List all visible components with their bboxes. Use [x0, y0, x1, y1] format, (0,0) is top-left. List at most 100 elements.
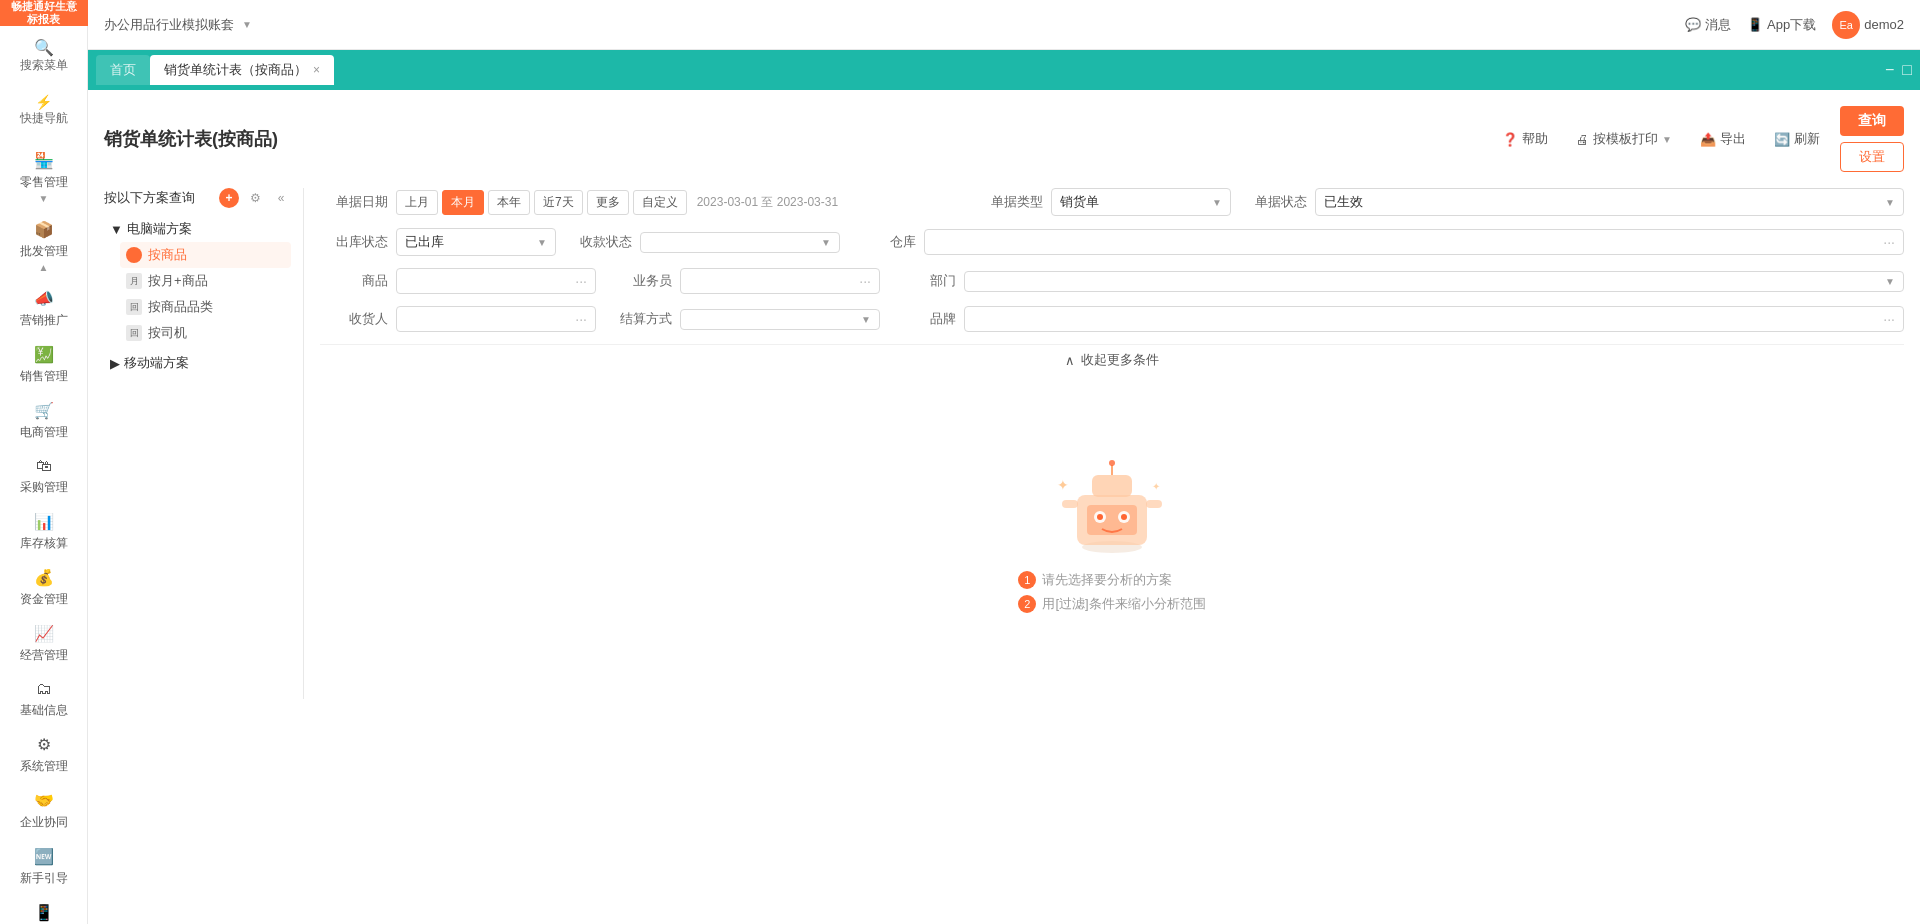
goods-input[interactable]: ··· — [396, 268, 596, 294]
sidebar-item-wholesale[interactable]: 📦 批发管理 ▲ — [0, 212, 87, 281]
refresh-btn[interactable]: 🔄 刷新 — [1766, 126, 1828, 152]
sidebar-item-appcenter[interactable]: 📱 应用中心 — [0, 895, 87, 924]
sidebar: 畅捷通好生意 标报表 🔍 搜索菜单 ⚡ 快捷导航 🏪 零售管理 ▼ 📦 批发管理… — [0, 0, 88, 924]
brand-label: 品牌 — [888, 310, 956, 328]
collapse-filters-btn[interactable]: ∧ 收起更多条件 — [320, 344, 1904, 375]
tab-maximize-btn[interactable]: □ — [1902, 61, 1912, 79]
warehouse-label: 仓库 — [848, 233, 916, 251]
sidebar-item-sales[interactable]: 💹 销售管理 — [0, 337, 87, 393]
salesperson-input[interactable]: ··· — [680, 268, 880, 294]
doc-status-select[interactable]: 已生效 ▼ — [1315, 188, 1904, 216]
sidebar-item-marketing[interactable]: 📣 营销推广 — [0, 281, 87, 337]
this-month-btn[interactable]: 本月 — [442, 190, 484, 215]
last7days-btn[interactable]: 近7天 — [534, 190, 583, 215]
message-btn[interactable]: 💬 消息 — [1685, 16, 1731, 34]
sidebar-item-enterprise[interactable]: 🤝 企业协同 — [0, 783, 87, 839]
ecommerce-icon: 🛒 — [34, 401, 54, 420]
sidebar-item-base[interactable]: 🗂 基础信息 — [0, 672, 87, 727]
tree-group-pc-header[interactable]: ▼ 电脑端方案 — [104, 216, 291, 242]
tab-home[interactable]: 首页 — [96, 55, 150, 85]
header-left: 办公用品行业模拟账套 ▼ — [104, 16, 252, 34]
collection-label: 收款状态 — [564, 233, 632, 251]
payment-select[interactable]: ▼ — [680, 309, 880, 330]
query-btn[interactable]: 查询 — [1840, 106, 1904, 136]
tree-group-mobile: ▶ 移动端方案 — [104, 350, 291, 376]
sidebar-item-operation[interactable]: 📈 经营管理 — [0, 616, 87, 672]
svg-point-5 — [1097, 514, 1103, 520]
svg-text:✦: ✦ — [1152, 481, 1160, 492]
recipient-input[interactable]: ··· — [396, 306, 596, 332]
user-menu[interactable]: Ea demo2 — [1832, 11, 1904, 39]
panel-collapse-btn[interactable]: « — [271, 188, 291, 208]
app-logo: 畅捷通好生意 标报表 — [0, 0, 88, 26]
tree-item-by-goods[interactable]: 按商品 — [120, 242, 291, 268]
payment-label: 结算方式 — [604, 310, 672, 328]
settings-btn[interactable]: 设置 — [1840, 142, 1904, 172]
svg-text:✦: ✦ — [1057, 477, 1069, 493]
export-icon: 📤 — [1700, 132, 1716, 147]
header-dropdown-arrow[interactable]: ▼ — [242, 19, 252, 30]
goods-dots: ··· — [575, 273, 587, 289]
prev-month-btn[interactable]: 上月 — [396, 190, 438, 215]
print-btn[interactable]: 🖨 按模板打印 ▼ — [1568, 126, 1680, 152]
filter-row-1: 单据日期 上月 本月 本年 近7天 更多 自定义 2023-03-01 至 20… — [320, 188, 1904, 216]
custom-date-btn[interactable]: 自定义 — [633, 190, 687, 215]
date-filter-label: 单据日期 — [320, 193, 388, 211]
date-range-display: 2023-03-01 至 2023-03-31 — [697, 194, 838, 211]
doc-type-value: 销货单 — [1060, 193, 1099, 211]
stock-out-select[interactable]: 已出库 ▼ — [396, 228, 556, 256]
tree-item-by-driver[interactable]: 回 按司机 — [120, 320, 291, 346]
sidebar-item-newuser[interactable]: 🆕 新手引导 — [0, 839, 87, 895]
header-right: 💬 消息 📱 App下载 Ea demo2 — [1685, 11, 1904, 39]
base-icon: 🗂 — [36, 680, 52, 698]
avatar: Ea — [1832, 11, 1860, 39]
tree-group-mobile-header[interactable]: ▶ 移动端方案 — [104, 350, 291, 376]
svg-point-6 — [1121, 514, 1127, 520]
sidebar-item-purchase[interactable]: 🛍 采购管理 — [0, 449, 87, 504]
download-icon: 📱 — [1747, 17, 1763, 32]
add-scheme-btn[interactable]: + — [219, 188, 239, 208]
sidebar-item-system[interactable]: ⚙ 系统管理 — [0, 727, 87, 783]
doc-type-select[interactable]: 销货单 ▼ — [1051, 188, 1231, 216]
tree-item-by-goods-label: 按商品 — [148, 246, 187, 264]
tab-minimize-btn[interactable]: − — [1885, 61, 1894, 79]
export-btn[interactable]: 📤 导出 — [1692, 126, 1754, 152]
marketing-icon: 📣 — [34, 289, 54, 308]
collapse-label: 收起更多条件 — [1081, 351, 1159, 369]
app-logo-text: 畅捷通好生意 — [11, 0, 77, 13]
sidebar-item-retail[interactable]: 🏪 零售管理 ▼ — [0, 143, 87, 212]
collection-select[interactable]: ▼ — [640, 232, 840, 253]
tab-close-btn[interactable]: × — [313, 63, 320, 77]
filter-row-3: 商品 ··· 业务员 ··· 部门 ▼ — [320, 268, 1904, 294]
brand-input[interactable]: ··· — [964, 306, 1904, 332]
search-menu[interactable]: 🔍 搜索菜单 — [0, 26, 87, 82]
more-date-btn[interactable]: 更多 — [587, 190, 629, 215]
app-download-btn[interactable]: 📱 App下载 — [1747, 16, 1816, 34]
query-btn-group: 查询 设置 — [1840, 106, 1904, 172]
help-btn[interactable]: ❓ 帮助 — [1494, 126, 1556, 152]
left-panel-header: 按以下方案查询 + ⚙ « — [104, 188, 291, 208]
left-panel-icons: + ⚙ « — [219, 188, 291, 208]
newuser-icon: 🆕 — [34, 847, 54, 866]
tree-item-by-month-goods[interactable]: 月 按月+商品 — [120, 268, 291, 294]
quick-nav[interactable]: ⚡ 快捷导航 — [0, 82, 87, 135]
page-title-row: 销货单统计表(按商品) ❓ 帮助 🖨 按模板打印 ▼ 📤 导出 — [104, 106, 1904, 172]
scheme-settings-btn[interactable]: ⚙ — [245, 188, 265, 208]
department-select[interactable]: ▼ — [964, 271, 1904, 292]
sidebar-item-inventory[interactable]: 📊 库存核算 — [0, 504, 87, 560]
retail-icon: 🏪 — [34, 151, 54, 170]
app-download-label: App下载 — [1767, 16, 1816, 34]
sidebar-item-finance[interactable]: 💰 资金管理 — [0, 560, 87, 616]
warehouse-input[interactable]: ··· — [924, 229, 1904, 255]
tree-item-by-category[interactable]: 回 按商品品类 — [120, 294, 291, 320]
page-title: 销货单统计表(按商品) — [104, 127, 278, 151]
right-panel: 单据日期 上月 本月 本年 近7天 更多 自定义 2023-03-01 至 20… — [304, 188, 1904, 699]
this-year-btn[interactable]: 本年 — [488, 190, 530, 215]
inventory-icon: 📊 — [34, 512, 54, 531]
tabbar: 首页 销货单统计表（按商品） × − □ — [88, 50, 1920, 90]
department-arrow: ▼ — [1885, 276, 1895, 287]
collection-arrow: ▼ — [821, 237, 831, 248]
filter-row-2: 出库状态 已出库 ▼ 收款状态 ▼ 仓库 ··· — [320, 228, 1904, 256]
sidebar-item-ecommerce[interactable]: 🛒 电商管理 — [0, 393, 87, 449]
tab-sales-stats[interactable]: 销货单统计表（按商品） × — [150, 55, 334, 85]
